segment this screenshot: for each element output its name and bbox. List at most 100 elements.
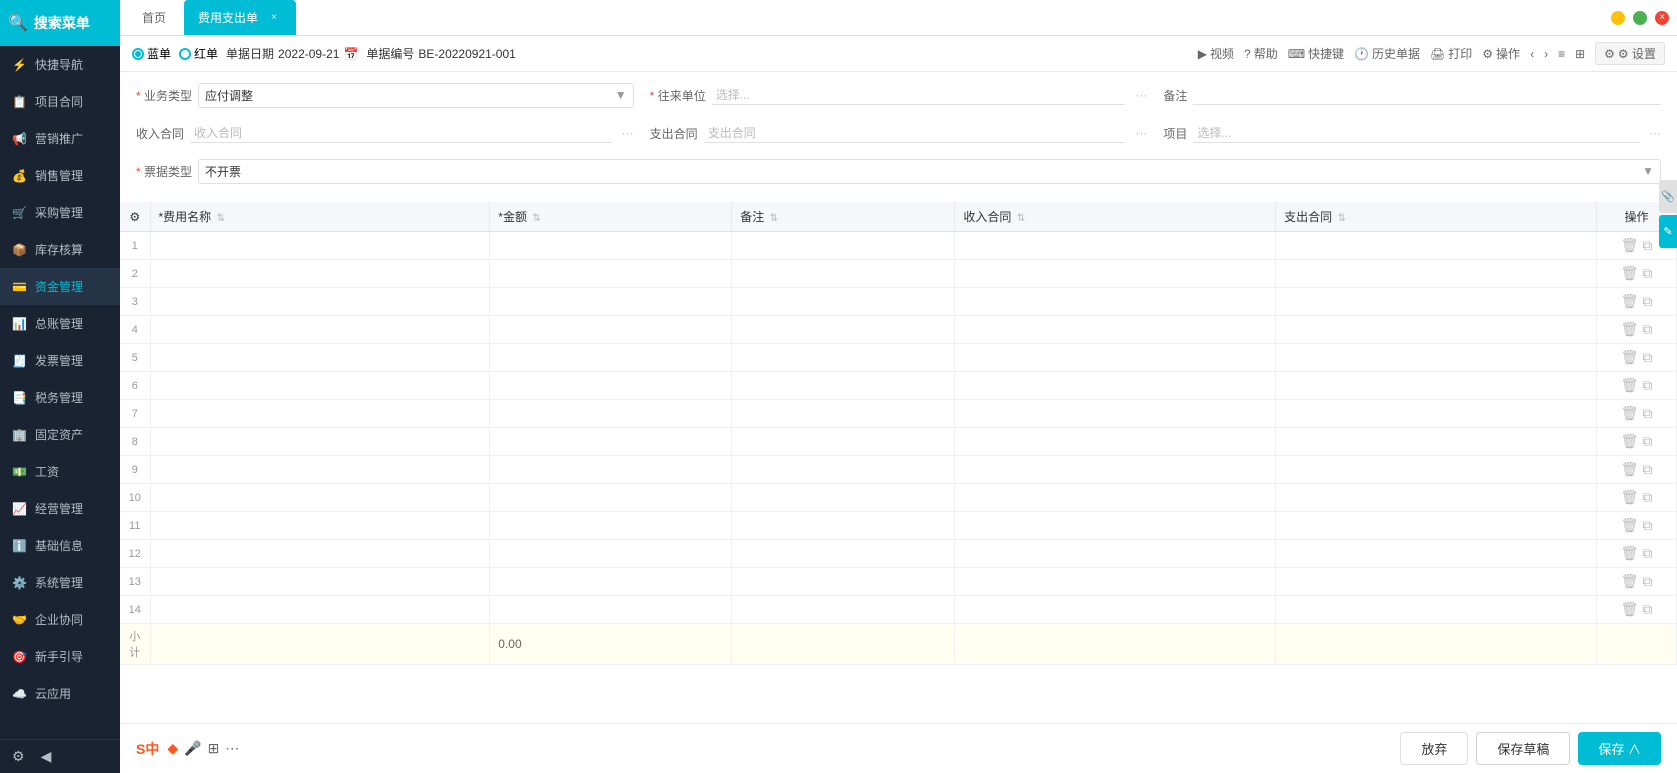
project-more-icon[interactable]: ···: [1649, 126, 1661, 140]
row-expense-contract[interactable]: [1276, 428, 1597, 456]
row-expense-name[interactable]: [150, 232, 490, 260]
row-amount[interactable]: [490, 568, 732, 596]
row-expense-contract[interactable]: [1276, 232, 1597, 260]
window-maximize-button[interactable]: [1633, 11, 1647, 25]
settings-icon[interactable]: ⚙: [12, 748, 25, 765]
help-btn[interactable]: ? 帮助: [1244, 45, 1278, 62]
row-copy-icon[interactable]: ⧉: [1642, 237, 1652, 254]
row-remark[interactable]: [732, 484, 955, 512]
row-amount[interactable]: [490, 288, 732, 316]
grid-icon[interactable]: ⊞: [208, 740, 220, 757]
row-copy-icon[interactable]: ⧉: [1642, 517, 1652, 534]
save-draft-button[interactable]: 保存草稿: [1476, 732, 1570, 765]
row-delete-icon[interactable]: 🗑: [1621, 573, 1639, 590]
row-expense-name[interactable]: [150, 372, 490, 400]
sort-icon[interactable]: ⇅: [217, 213, 225, 224]
remark-input[interactable]: [1193, 86, 1661, 105]
row-amount[interactable]: [490, 596, 732, 624]
tab-expense[interactable]: 费用支出单 ×: [184, 0, 296, 35]
sidebar-item-capital[interactable]: 💳 资金管理: [0, 268, 120, 305]
row-income-contract[interactable]: [955, 568, 1276, 596]
sidebar-item-purchase[interactable]: 🛒 采购管理: [0, 194, 120, 231]
row-expense-contract[interactable]: [1276, 484, 1597, 512]
row-remark[interactable]: [732, 512, 955, 540]
row-remark[interactable]: [732, 372, 955, 400]
row-expense-contract[interactable]: [1276, 456, 1597, 484]
row-amount[interactable]: [490, 456, 732, 484]
sidebar-item-marketing[interactable]: 📢 营销推广: [0, 120, 120, 157]
row-income-contract[interactable]: [955, 400, 1276, 428]
radio-blue[interactable]: 蓝单: [132, 45, 171, 62]
row-expense-contract[interactable]: [1276, 540, 1597, 568]
sidebar-item-base-info[interactable]: ℹ️ 基础信息: [0, 527, 120, 564]
sidebar-item-invoice[interactable]: 🧾 发票管理: [0, 342, 120, 379]
invoice-type-select[interactable]: 不开票 ▼: [198, 159, 1661, 184]
row-expense-contract[interactable]: [1276, 400, 1597, 428]
row-income-contract[interactable]: [955, 540, 1276, 568]
row-delete-icon[interactable]: 🗑: [1621, 601, 1639, 618]
row-expense-name[interactable]: [150, 288, 490, 316]
sidebar-item-cloud-app[interactable]: ☁️ 云应用: [0, 675, 120, 712]
row-delete-icon[interactable]: 🗑: [1621, 293, 1639, 310]
tab-close-button[interactable]: ×: [266, 10, 282, 26]
expense-contract-input[interactable]: [704, 124, 1126, 143]
view-list-btn[interactable]: ≡: [1558, 47, 1565, 61]
operate-btn[interactable]: ⚙ 操作: [1482, 45, 1520, 62]
row-copy-icon[interactable]: ⧉: [1642, 265, 1652, 282]
row-expense-contract[interactable]: [1276, 260, 1597, 288]
row-expense-name[interactable]: [150, 484, 490, 512]
side-ribbon-teal[interactable]: ✎: [1659, 215, 1677, 248]
nav-next-btn[interactable]: ›: [1544, 47, 1548, 61]
row-delete-icon[interactable]: 🗑: [1621, 321, 1639, 338]
window-minimize-button[interactable]: [1611, 11, 1625, 25]
row-delete-icon[interactable]: 🗑: [1621, 237, 1639, 254]
row-income-contract[interactable]: [955, 456, 1276, 484]
expense-contract-more-icon[interactable]: ···: [1135, 126, 1147, 140]
sidebar-item-project-contract[interactable]: 📋 项目合同: [0, 83, 120, 120]
row-income-contract[interactable]: [955, 316, 1276, 344]
nav-prev-btn[interactable]: ‹: [1530, 47, 1534, 61]
row-income-contract[interactable]: [955, 428, 1276, 456]
row-amount[interactable]: [490, 428, 732, 456]
volume-icon[interactable]: ◀: [41, 748, 52, 765]
window-close-button[interactable]: ×: [1655, 11, 1669, 25]
row-amount[interactable]: [490, 400, 732, 428]
row-income-contract[interactable]: [955, 372, 1276, 400]
settings-button[interactable]: ⚙ ⚙ 设置: [1595, 42, 1665, 65]
sidebar-item-payroll[interactable]: 💵 工资: [0, 453, 120, 490]
row-remark[interactable]: [732, 428, 955, 456]
row-copy-icon[interactable]: ⧉: [1642, 573, 1652, 590]
row-delete-icon[interactable]: 🗑: [1621, 377, 1639, 394]
row-remark[interactable]: [732, 316, 955, 344]
row-copy-icon[interactable]: ⧉: [1642, 377, 1652, 394]
col-settings[interactable]: ⚙: [120, 202, 150, 232]
business-type-select[interactable]: 应付调整 ▼: [198, 83, 634, 108]
row-income-contract[interactable]: [955, 512, 1276, 540]
row-remark[interactable]: [732, 456, 955, 484]
sidebar-item-tax[interactable]: 📑 税务管理: [0, 379, 120, 416]
row-remark[interactable]: [732, 260, 955, 288]
sidebar-item-system[interactable]: ⚙️ 系统管理: [0, 564, 120, 601]
row-remark[interactable]: [732, 288, 955, 316]
sidebar-item-quick-nav[interactable]: ⚡ 快捷导航: [0, 46, 120, 83]
shortcut-btn[interactable]: ⌨ 快捷键: [1288, 45, 1344, 62]
row-copy-icon[interactable]: ⧉: [1642, 349, 1652, 366]
sidebar-item-new-guide[interactable]: 🎯 新手引导: [0, 638, 120, 675]
calendar-icon[interactable]: 📅: [343, 47, 358, 61]
row-expense-name[interactable]: [150, 540, 490, 568]
sidebar-item-accounting[interactable]: 📊 总账管理: [0, 305, 120, 342]
row-expense-name[interactable]: [150, 456, 490, 484]
row-expense-contract[interactable]: [1276, 316, 1597, 344]
row-delete-icon[interactable]: 🗑: [1621, 349, 1639, 366]
sidebar-item-inventory[interactable]: 📦 库存核算: [0, 231, 120, 268]
sort-icon-income[interactable]: ⇅: [1017, 213, 1025, 224]
row-delete-icon[interactable]: 🗑: [1621, 265, 1639, 282]
row-income-contract[interactable]: [955, 288, 1276, 316]
row-expense-name[interactable]: [150, 596, 490, 624]
row-income-contract[interactable]: [955, 344, 1276, 372]
history-btn[interactable]: 🕐 历史单据: [1354, 45, 1420, 62]
row-amount[interactable]: [490, 512, 732, 540]
video-btn[interactable]: ▶ 视频: [1198, 45, 1234, 62]
row-remark[interactable]: [732, 232, 955, 260]
row-income-contract[interactable]: [955, 484, 1276, 512]
